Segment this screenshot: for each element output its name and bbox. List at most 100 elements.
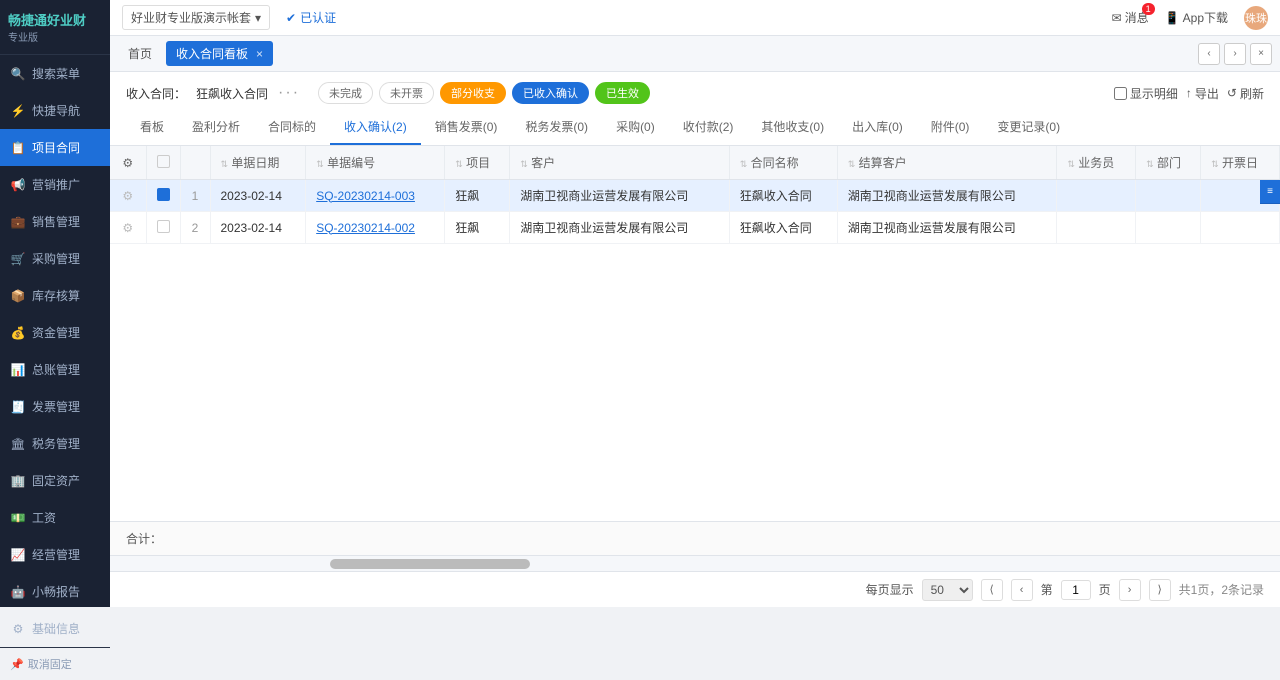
checkbox[interactable]	[157, 220, 170, 233]
verified-badge: ✔ 已认证	[286, 9, 336, 26]
sidebar-item-总账管理[interactable]: 📊总账管理	[0, 351, 110, 388]
sub-tab-看板[interactable]: 看板	[126, 110, 178, 145]
cell-project: 狂飙	[445, 180, 510, 212]
sub-tab-采购[interactable]: 采购(0)	[602, 110, 669, 145]
page-size-select[interactable]: 50 20 100	[922, 579, 973, 601]
company-selector[interactable]: 好业财专业版演示帐套 ▾	[122, 5, 270, 30]
prev-page-button[interactable]: ‹	[1011, 579, 1033, 601]
sub-tab-收入确认[interactable]: 收入确认(2)	[330, 110, 421, 145]
cell-contract: 狂飙收入合同	[729, 212, 837, 244]
status-btn-未完成[interactable]: 未完成	[318, 82, 373, 104]
sub-tab-盈利分析[interactable]: 盈利分析	[178, 110, 254, 145]
sidebar-item-采购管理[interactable]: 🛒采购管理	[0, 240, 110, 277]
salesperson-th[interactable]: ⇅ 业务员	[1057, 146, 1136, 180]
customer-th[interactable]: ⇅ 客户	[510, 146, 730, 180]
billing_customer-th[interactable]: ⇅ 结算客户	[837, 146, 1057, 180]
tab-close-icon[interactable]: ×	[256, 47, 263, 61]
billing_customer-sort-icon: ⇅	[848, 159, 856, 169]
checkbox[interactable]	[157, 188, 170, 201]
sub-tab-其他收支[interactable]: 其他收支(0)	[747, 110, 838, 145]
checkbox-th[interactable]	[146, 146, 180, 180]
nav-icon: 📦	[10, 288, 26, 304]
sub-tab-销售发票[interactable]: 销售发票(0)	[421, 110, 512, 145]
show-detail-label[interactable]: 显示明细	[1114, 85, 1178, 102]
status-btn-未开票[interactable]: 未开票	[379, 82, 434, 104]
first-page-button[interactable]: ⟨	[981, 579, 1003, 601]
sub-tab-出入库[interactable]: 出入库(0)	[838, 110, 917, 145]
cell-code[interactable]: SQ-20230214-003	[306, 180, 445, 212]
cell-dept	[1136, 180, 1201, 212]
sub-tab-收付款[interactable]: 收付款(2)	[669, 110, 748, 145]
totals-row: 合计：	[110, 521, 1280, 555]
sidebar-item-小畅报告[interactable]: 🤖小畅报告	[0, 573, 110, 610]
code-th[interactable]: ⇅ 单据编号	[306, 146, 445, 180]
sidebar-item-工资[interactable]: 💵工资	[0, 499, 110, 536]
nav-icon: 🤖	[10, 584, 26, 600]
sidebar-item-快捷导航[interactable]: ⚡快捷导航	[0, 92, 110, 129]
scrollbar-thumb[interactable]	[330, 559, 530, 569]
refresh-button[interactable]: ↺ 刷新	[1227, 85, 1264, 102]
project-th[interactable]: ⇅ 项目	[445, 146, 510, 180]
settings-th[interactable]: ⚙	[110, 146, 146, 180]
next-page-button[interactable]: ›	[1119, 579, 1141, 601]
row-settings[interactable]: ⚙	[110, 212, 146, 244]
horizontal-scrollbar[interactable]	[110, 555, 1280, 571]
num-th	[180, 146, 210, 180]
user-avatar[interactable]: 珠珠	[1244, 6, 1268, 30]
row-settings[interactable]: ⚙	[110, 180, 146, 212]
sidebar-item-固定资产[interactable]: 🏢固定资产	[0, 462, 110, 499]
sidebar-item-发票管理[interactable]: 🧾发票管理	[0, 388, 110, 425]
page-number-input[interactable]	[1061, 580, 1091, 600]
sidebar-item-搜索菜单[interactable]: 🔍搜索菜单	[0, 55, 110, 92]
export-button[interactable]: ↑ 导出	[1186, 85, 1219, 102]
sidebar-item-项目合同[interactable]: 📋项目合同	[0, 129, 110, 166]
status-btn-部分收支[interactable]: 部分收支	[440, 82, 506, 104]
messages-button[interactable]: ✉ 1 消息	[1112, 9, 1149, 26]
tab-nav-next[interactable]: ›	[1224, 43, 1246, 65]
show-detail-checkbox[interactable]	[1114, 87, 1127, 100]
sidebar-item-库存核算[interactable]: 📦库存核算	[0, 277, 110, 314]
row-checkbox[interactable]	[146, 180, 180, 212]
status-btn-已生效[interactable]: 已生效	[595, 82, 650, 104]
sidebar-footer-pin[interactable]: 📌 取消固定	[0, 647, 110, 680]
table-container: ⚙⇅ 单据日期⇅ 单据编号⇅ 项目⇅ 客户⇅ 合同名称⇅ 结算客户⇅ 业务员⇅ …	[110, 146, 1280, 521]
tab-nav-close[interactable]: ×	[1250, 43, 1272, 65]
status-btn-已收入确认[interactable]: 已收入确认	[512, 82, 589, 104]
table-row[interactable]: ⚙12023-02-14SQ-20230214-003狂飙湖南卫视商业运营发展有…	[110, 180, 1280, 212]
sub-tab-变更记录[interactable]: 变更记录(0)	[983, 110, 1074, 145]
page-size-label: 每页显示	[866, 581, 914, 598]
last-page-button[interactable]: ⟩	[1149, 579, 1171, 601]
sidebar-item-经营管理[interactable]: 📈经营管理	[0, 536, 110, 573]
message-badge: 1	[1142, 3, 1155, 15]
main-area: 好业财专业版演示帐套 ▾ ✔ 已认证 ✉ 1 消息 📱 App下载 珠珠 首页 …	[110, 0, 1280, 607]
sub-tab-附件[interactable]: 附件(0)	[917, 110, 984, 145]
dept-th[interactable]: ⇅ 部门	[1136, 146, 1201, 180]
topbar: 好业财专业版演示帐套 ▾ ✔ 已认证 ✉ 1 消息 📱 App下载 珠珠	[110, 0, 1280, 36]
app-download-button[interactable]: 📱 App下载	[1165, 9, 1228, 26]
sidebar-item-销售管理[interactable]: 💼销售管理	[0, 203, 110, 240]
date-th[interactable]: ⇅ 单据日期	[210, 146, 306, 180]
table-row[interactable]: ⚙22023-02-14SQ-20230214-002狂飙湖南卫视商业运营发展有…	[110, 212, 1280, 244]
sub-tab-税务发票[interactable]: 税务发票(0)	[511, 110, 602, 145]
cell-billing_customer: 湖南卫视商业运营发展有限公司	[837, 180, 1057, 212]
sidebar-item-营销推广[interactable]: 📢营销推广	[0, 166, 110, 203]
message-icon: ✉	[1112, 11, 1122, 25]
dept-sort-icon: ⇅	[1146, 159, 1154, 169]
contract-th[interactable]: ⇅ 合同名称	[729, 146, 837, 180]
sidebar-item-税务管理[interactable]: 🏛税务管理	[0, 425, 110, 462]
select-all-checkbox[interactable]	[157, 155, 170, 168]
open_date-th[interactable]: ⇅ 开票日	[1201, 146, 1280, 180]
tab-nav-prev[interactable]: ‹	[1198, 43, 1220, 65]
right-tool-btn[interactable]: ≡	[1260, 180, 1280, 204]
row-gear-icon[interactable]: ⚙	[122, 221, 133, 235]
row-gear-icon[interactable]: ⚙	[122, 189, 133, 203]
more-button[interactable]: ···	[278, 84, 300, 102]
row-checkbox[interactable]	[146, 212, 180, 244]
tab-active[interactable]: 收入合同看板 ×	[166, 41, 273, 66]
sidebar-item-基础信息[interactable]: ⚙基础信息	[0, 610, 110, 647]
sub-tab-合同标的[interactable]: 合同标的	[254, 110, 330, 145]
salesperson-sort-icon: ⇅	[1067, 159, 1075, 169]
sidebar-item-资金管理[interactable]: 💰资金管理	[0, 314, 110, 351]
tab-home[interactable]: 首页	[118, 41, 162, 66]
cell-code[interactable]: SQ-20230214-002	[306, 212, 445, 244]
